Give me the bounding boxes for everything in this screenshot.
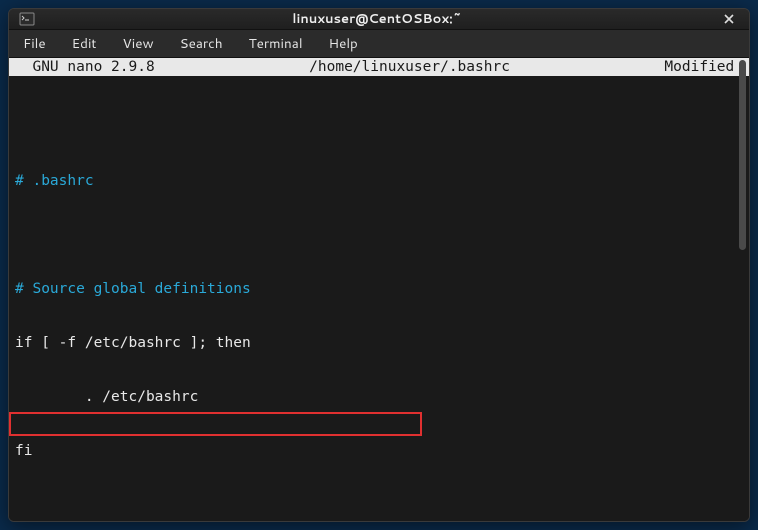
menu-view[interactable]: View [117, 30, 160, 57]
close-button[interactable] [719, 9, 739, 29]
editor-line [15, 226, 743, 244]
editor-line: . /etc/bashrc [15, 388, 743, 406]
nano-version: GNU nano 2.9.8 [15, 58, 155, 76]
editor-line: fi [15, 442, 743, 460]
editor-line [15, 496, 743, 514]
scrollbar-thumb[interactable] [739, 60, 746, 250]
menu-edit[interactable]: Edit [66, 30, 103, 57]
terminal-window: linuxuser@CentOSBox:~ File Edit View Sea… [8, 8, 750, 522]
nano-header: GNU nano 2.9.8 /home/linuxuser/.bashrc M… [9, 58, 749, 76]
editor-line: if [ -f /etc/bashrc ]; then [15, 334, 743, 352]
editor-line [15, 118, 743, 136]
scrollbar[interactable] [739, 58, 747, 522]
editor-line: # Source global definitions [15, 280, 743, 298]
menu-terminal[interactable]: Terminal [243, 30, 309, 57]
terminal-icon [19, 11, 35, 27]
titlebar: linuxuser@CentOSBox:~ [9, 9, 749, 30]
terminal-viewport[interactable]: GNU nano 2.9.8 /home/linuxuser/.bashrc M… [9, 58, 749, 522]
nano-status: Modified [664, 58, 743, 76]
menu-search[interactable]: Search [174, 30, 229, 57]
nano-editor[interactable]: # .bashrc # Source global definitions if… [9, 76, 749, 522]
window-title: linuxuser@CentOSBox:~ [35, 10, 719, 28]
nano-filepath: /home/linuxuser/.bashrc [155, 58, 665, 76]
menubar: File Edit View Search Terminal Help [9, 30, 749, 58]
editor-line: # .bashrc [15, 172, 743, 190]
menu-help[interactable]: Help [323, 30, 364, 57]
menu-file[interactable]: File [17, 30, 52, 57]
